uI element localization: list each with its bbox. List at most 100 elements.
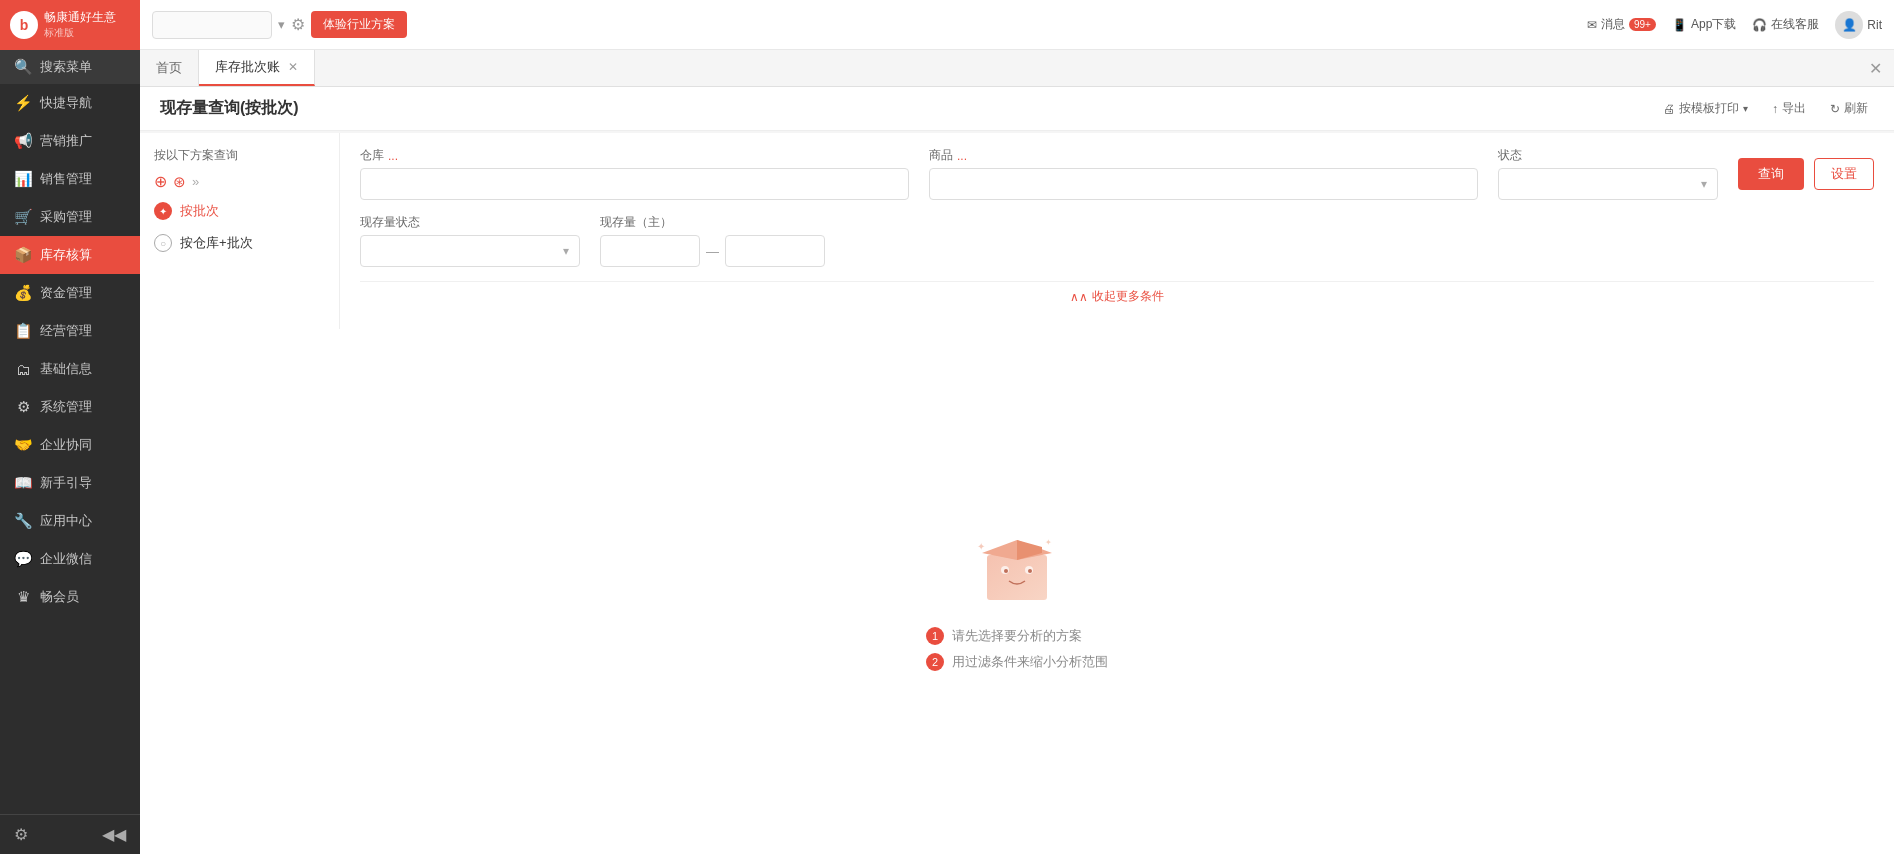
export-action-btn[interactable]: ↑ 导出 bbox=[1766, 97, 1812, 120]
sidebar-footer: ⚙ ◀◀ bbox=[0, 814, 140, 854]
clipboard-icon: 📋 bbox=[14, 322, 32, 340]
experience-button[interactable]: 体验行业方案 bbox=[311, 11, 407, 38]
sidebar-item-membership[interactable]: ♛ 畅会员 bbox=[0, 578, 140, 616]
tip-num-2: 2 bbox=[926, 653, 944, 671]
scheme-collapse-icon[interactable]: » bbox=[192, 174, 199, 189]
sidebar-item-operation[interactable]: 📋 经营管理 bbox=[0, 312, 140, 350]
sidebar-item-label: 采购管理 bbox=[40, 208, 92, 226]
status-select[interactable]: ▾ bbox=[1498, 168, 1718, 200]
inventory-qty-max[interactable] bbox=[725, 235, 825, 267]
refresh-action-btn[interactable]: ↻ 刷新 bbox=[1824, 97, 1874, 120]
svg-point-6 bbox=[1028, 569, 1032, 573]
sidebar-item-sales[interactable]: 📊 销售管理 bbox=[0, 160, 140, 198]
tip-num-1: 1 bbox=[926, 627, 944, 645]
topbar-gear-icon[interactable]: ⚙ bbox=[291, 15, 305, 34]
app-download-label: App下载 bbox=[1691, 16, 1736, 33]
sidebar-item-app-center[interactable]: 🔧 应用中心 bbox=[0, 502, 140, 540]
filter-field-warehouse: 仓库 ... bbox=[360, 147, 909, 200]
empty-illustration: ✦ ✦ bbox=[967, 515, 1067, 615]
filter-actions: 查询 设置 bbox=[1738, 158, 1874, 190]
scheme-item-batch[interactable]: ✦ 按批次 bbox=[140, 195, 339, 227]
svg-point-5 bbox=[1004, 569, 1008, 573]
message-badge: 99+ bbox=[1629, 18, 1656, 31]
megaphone-icon: 📢 bbox=[14, 132, 32, 150]
sidebar-item-label: 营销推广 bbox=[40, 132, 92, 150]
collapse-more-btn[interactable]: ∧∧ 收起更多条件 bbox=[360, 281, 1874, 315]
settings-icon[interactable]: ⚙ bbox=[14, 825, 28, 844]
app-download-action[interactable]: 📱 App下载 bbox=[1672, 16, 1736, 33]
sidebar-item-basic-info[interactable]: 🗂 基础信息 bbox=[0, 350, 140, 388]
user-menu[interactable]: 👤 Rit bbox=[1835, 11, 1882, 39]
message-label: 消息 bbox=[1601, 16, 1625, 33]
tab-close-all-icon[interactable]: ✕ bbox=[1869, 59, 1882, 78]
filter-area: 按以下方案查询 ⊕ ⊛ » ✦ 按批次 ○ 按仓库+批次 bbox=[140, 133, 1894, 329]
tab-close-icon[interactable]: ✕ bbox=[288, 60, 298, 74]
warehouse-more-icon[interactable]: ... bbox=[388, 149, 398, 163]
product-input[interactable] bbox=[929, 168, 1478, 200]
scheme-item-label: 按批次 bbox=[180, 202, 219, 220]
online-service-action[interactable]: 🎧 在线客服 bbox=[1752, 16, 1819, 33]
sidebar-nav: 🔍 搜索菜单 ⚡ 快捷导航 📢 营销推广 📊 销售管理 🛒 采购管理 📦 库存核… bbox=[0, 50, 140, 814]
sidebar-item-purchase[interactable]: 🛒 采购管理 bbox=[0, 198, 140, 236]
scheme-add-icon[interactable]: ⊕ bbox=[154, 172, 167, 191]
empty-tip-1: 1 请先选择要分析的方案 bbox=[926, 627, 1108, 645]
print-label: 按模板打印 bbox=[1679, 100, 1739, 117]
sidebar-item-system[interactable]: ⚙ 系统管理 bbox=[0, 388, 140, 426]
inventory-qty-min[interactable] bbox=[600, 235, 700, 267]
sidebar-item-guide[interactable]: 📖 新手引导 bbox=[0, 464, 140, 502]
filter-field-product: 商品 ... bbox=[929, 147, 1478, 200]
collapse-sidebar-icon[interactable]: ◀◀ bbox=[102, 825, 126, 844]
tab-inventory-batch[interactable]: 库存批次账 ✕ bbox=[199, 50, 315, 86]
setting-button[interactable]: 设置 bbox=[1814, 158, 1874, 190]
sidebar-item-label: 畅会员 bbox=[40, 588, 79, 606]
company-info: 畅康通好生意 标准版 bbox=[44, 10, 116, 40]
warehouse-input[interactable] bbox=[360, 168, 909, 200]
export-label: 导出 bbox=[1782, 100, 1806, 117]
sidebar-item-label: 企业协同 bbox=[40, 436, 92, 454]
scheme-header: 按以下方案查询 bbox=[140, 143, 339, 172]
page-header: 现存量查询(按批次) 🖨 按模板打印 ▾ ↑ 导出 ↻ 刷新 bbox=[140, 87, 1894, 131]
search-icon: 🔍 bbox=[14, 58, 32, 76]
query-button[interactable]: 查询 bbox=[1738, 158, 1804, 190]
message-action[interactable]: ✉ 消息 99+ bbox=[1587, 16, 1656, 33]
filter-field-inventory-status: 现存量状态 ▾ bbox=[360, 214, 580, 267]
sidebar-item-label: 企业微信 bbox=[40, 550, 92, 568]
sidebar-item-quick-nav[interactable]: ⚡ 快捷导航 bbox=[0, 84, 140, 122]
tip-text-1: 请先选择要分析的方案 bbox=[952, 627, 1082, 645]
crown-icon: ♛ bbox=[14, 588, 32, 606]
app-edition: 标准版 bbox=[44, 26, 116, 40]
sidebar-item-wechat[interactable]: 💬 企业微信 bbox=[0, 540, 140, 578]
book-icon: 📖 bbox=[14, 474, 32, 492]
search-input[interactable] bbox=[152, 11, 272, 39]
sidebar-item-label: 系统管理 bbox=[40, 398, 92, 416]
topbar-left: ▾ ⚙ 体验行业方案 bbox=[152, 11, 1577, 39]
svg-text:✦: ✦ bbox=[977, 541, 985, 552]
scheme-item-warehouse-batch[interactable]: ○ 按仓库+批次 bbox=[140, 227, 339, 259]
product-more-icon[interactable]: ... bbox=[957, 149, 967, 163]
sidebar-item-label: 搜索菜单 bbox=[40, 58, 92, 76]
status-label: 状态 bbox=[1498, 147, 1522, 164]
headset-icon: 🎧 bbox=[1752, 18, 1767, 32]
sidebar-item-marketing[interactable]: 📢 营销推广 bbox=[0, 122, 140, 160]
message-icon: ✉ bbox=[1587, 18, 1597, 32]
inventory-status-select[interactable]: ▾ bbox=[360, 235, 580, 267]
collapse-up-icon: ∧∧ bbox=[1070, 290, 1088, 304]
tab-home[interactable]: 首页 bbox=[140, 50, 199, 86]
sidebar-item-inventory[interactable]: 📦 库存核算 bbox=[0, 236, 140, 274]
sidebar-item-search[interactable]: 🔍 搜索菜单 bbox=[0, 50, 140, 84]
filter-field-status: 状态 ▾ bbox=[1498, 147, 1718, 200]
sidebar-item-label: 新手引导 bbox=[40, 474, 92, 492]
gear-icon: ⚙ bbox=[14, 398, 32, 416]
sidebar-item-enterprise[interactable]: 🤝 企业协同 bbox=[0, 426, 140, 464]
sidebar-item-label: 库存核算 bbox=[40, 246, 92, 264]
dropdown-arrow-icon[interactable]: ▾ bbox=[278, 17, 285, 32]
online-service-label: 在线客服 bbox=[1771, 16, 1819, 33]
phone-icon: 📱 bbox=[1672, 18, 1687, 32]
sidebar-item-label: 资金管理 bbox=[40, 284, 92, 302]
inventory-qty-label: 现存量（主） bbox=[600, 214, 672, 231]
topbar-right: ✉ 消息 99+ 📱 App下载 🎧 在线客服 👤 Rit bbox=[1587, 11, 1882, 39]
sidebar-item-finance[interactable]: 💰 资金管理 bbox=[0, 274, 140, 312]
scheme-config-icon[interactable]: ⊛ bbox=[173, 173, 186, 191]
print-action-btn[interactable]: 🖨 按模板打印 ▾ bbox=[1657, 97, 1754, 120]
filter-row-1: 仓库 ... 商品 ... bbox=[360, 147, 1874, 200]
